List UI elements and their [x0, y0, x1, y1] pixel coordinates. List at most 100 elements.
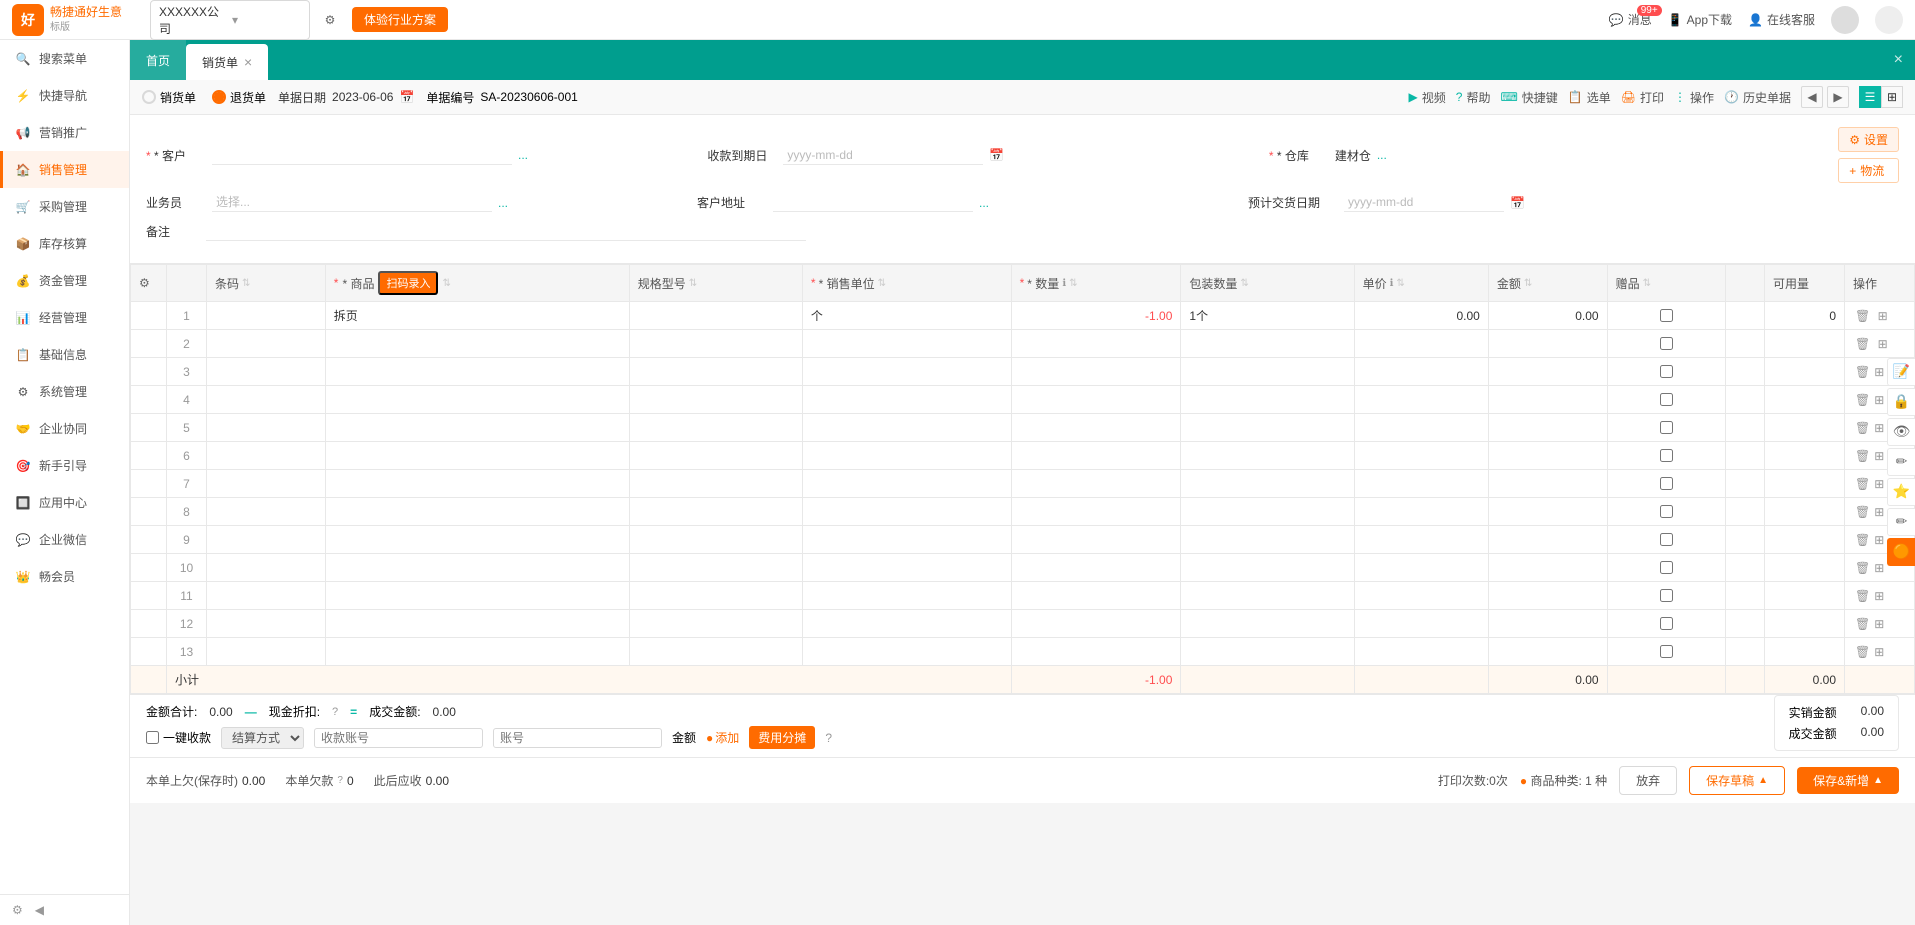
gift-checkbox-5[interactable]: [1660, 421, 1673, 434]
row-amount-1[interactable]: 0.00: [1488, 302, 1607, 330]
flow-action-btn[interactable]: + 物流: [1838, 158, 1899, 183]
sidebar-item-app-center[interactable]: 🔲 应用中心: [0, 484, 129, 521]
gift-checkbox-11[interactable]: [1660, 589, 1673, 602]
radio-return[interactable]: 退货单: [212, 89, 266, 106]
account-input[interactable]: [314, 728, 483, 748]
scan-button[interactable]: 扫码录入: [378, 271, 438, 295]
prev-btn[interactable]: ◀: [1801, 86, 1823, 108]
sidebar-item-marketing[interactable]: 📢 营销推广: [0, 114, 129, 151]
right-float-lock-btn[interactable]: 🔒: [1887, 388, 1915, 416]
company-selector[interactable]: XXXXXX公司 ▾: [150, 0, 310, 40]
row-pkg-1[interactable]: 1个: [1181, 302, 1354, 330]
row-qty-2[interactable]: [1011, 330, 1181, 358]
video-btn[interactable]: ▶ 视频: [1409, 89, 1446, 106]
due-date-calendar-icon[interactable]: 📅: [989, 148, 1004, 162]
warehouse-dots-button[interactable]: ...: [1377, 148, 1387, 162]
notes-input[interactable]: [206, 222, 806, 241]
sidebar-item-finance[interactable]: 💰 资金管理: [0, 262, 129, 299]
sidebar-item-member[interactable]: 👑 畅会员: [0, 558, 129, 595]
delete-row-btn-9[interactable]: 🗑: [1855, 533, 1870, 547]
close-all-tabs-button[interactable]: ×: [1894, 51, 1903, 69]
th-settings[interactable]: ⚙: [131, 265, 167, 302]
copy-row-btn-2[interactable]: ⊞: [1878, 337, 1888, 351]
delete-row-btn-2[interactable]: 🗑: [1855, 337, 1870, 351]
sidebar-item-inventory[interactable]: 📦 库存核算: [0, 225, 129, 262]
sidebar-settings-button[interactable]: ⚙: [12, 903, 23, 917]
message-button[interactable]: 💬 消息 99+: [1609, 11, 1652, 28]
app-download-button[interactable]: 📱 App下载: [1668, 11, 1732, 28]
copy-row-btn-5[interactable]: ⊞: [1874, 421, 1884, 435]
sidebar-item-sales[interactable]: 🏠 销售管理: [0, 151, 129, 188]
sidebar-item-wechat[interactable]: 💬 企业微信: [0, 521, 129, 558]
next-btn[interactable]: ▶: [1827, 86, 1849, 108]
payment-checkbox[interactable]: 一键收款: [146, 729, 211, 746]
add-payment-btn[interactable]: ● 添加: [706, 729, 739, 746]
expense-btn[interactable]: 费用分摊: [749, 726, 815, 749]
operations-btn[interactable]: ⋮ 操作: [1674, 89, 1714, 106]
user-avatar-2[interactable]: [1875, 6, 1903, 34]
save-new-button[interactable]: 保存&新增 ▲: [1797, 767, 1899, 794]
row-product-1[interactable]: 拆页: [325, 302, 629, 330]
right-float-edit-btn[interactable]: ✏: [1887, 448, 1915, 476]
row-barcode-2[interactable]: [207, 330, 326, 358]
sidebar-item-basic[interactable]: 📋 基础信息: [0, 336, 129, 373]
right-float-pen-btn[interactable]: ✏: [1887, 508, 1915, 536]
row-price-1[interactable]: 0.00: [1354, 302, 1488, 330]
copy-row-btn-9[interactable]: ⊞: [1874, 533, 1884, 547]
gift-checkbox-4[interactable]: [1660, 393, 1673, 406]
copy-row-btn-6[interactable]: ⊞: [1874, 449, 1884, 463]
delete-row-btn-6[interactable]: 🗑: [1855, 449, 1870, 463]
online-service-button[interactable]: 👤 在线客服: [1748, 11, 1815, 28]
row-unit-1[interactable]: 个: [802, 302, 1011, 330]
sidebar-item-operations[interactable]: 📊 经营管理: [0, 299, 129, 336]
doc-num-value[interactable]: SA-20230606-001: [480, 90, 577, 104]
delete-row-btn-7[interactable]: 🗑: [1855, 477, 1870, 491]
delete-row-btn-4[interactable]: 🗑: [1855, 393, 1870, 407]
right-float-view-btn[interactable]: 👁: [1887, 418, 1915, 446]
calendar-icon[interactable]: 📅: [399, 90, 414, 104]
sidebar-item-search[interactable]: 🔍 搜索菜单: [0, 40, 129, 77]
right-float-note-btn[interactable]: 📝: [1887, 358, 1915, 386]
sidebar-item-system[interactable]: ⚙ 系统管理: [0, 373, 129, 410]
credit-info-icon[interactable]: ?: [337, 775, 343, 786]
copy-row-btn-7[interactable]: ⊞: [1874, 477, 1884, 491]
sidebar-collapse-button[interactable]: ◀: [35, 903, 44, 917]
copy-row-btn-8[interactable]: ⊞: [1874, 505, 1884, 519]
row-spec-1[interactable]: [629, 302, 802, 330]
gift-checkbox-6[interactable]: [1660, 449, 1673, 462]
gift-checkbox-7[interactable]: [1660, 477, 1673, 490]
customer-dots-button[interactable]: ...: [518, 148, 528, 162]
save-draft-button[interactable]: 保存草稿 ▲: [1689, 766, 1785, 795]
table-wrapper[interactable]: ⚙ 条码 ⇅: [130, 264, 1915, 694]
list-view-btn[interactable]: ☰: [1859, 86, 1881, 108]
tab-close-icon[interactable]: ×: [244, 54, 252, 70]
salesperson-input[interactable]: [212, 193, 492, 212]
delete-row-btn-10[interactable]: 🗑: [1855, 561, 1870, 575]
sidebar-item-guide[interactable]: 🎯 新手引导: [0, 447, 129, 484]
trial-button[interactable]: 体验行业方案: [352, 7, 448, 32]
product-type-radio[interactable]: ●: [1520, 774, 1527, 788]
expected-date-input[interactable]: [1344, 193, 1504, 212]
settings-action-btn[interactable]: ⚙ 设置: [1838, 127, 1899, 152]
row-pkg-2[interactable]: [1181, 330, 1354, 358]
row-product-2[interactable]: [325, 330, 629, 358]
gift-checkbox-9[interactable]: [1660, 533, 1673, 546]
copy-row-btn-1[interactable]: ⊞: [1878, 309, 1888, 323]
tab-home[interactable]: 首页: [130, 40, 186, 80]
delete-row-btn-12[interactable]: 🗑: [1855, 617, 1870, 631]
delete-row-btn-1[interactable]: 🗑: [1855, 309, 1870, 323]
row-barcode-1[interactable]: [207, 302, 326, 330]
expense-help-icon[interactable]: ?: [825, 731, 832, 745]
delete-row-btn-8[interactable]: 🗑: [1855, 505, 1870, 519]
customer-address-input[interactable]: [773, 193, 973, 212]
grid-view-btn[interactable]: ⊞: [1881, 86, 1903, 108]
row-price-2[interactable]: [1354, 330, 1488, 358]
copy-row-btn-3[interactable]: ⊞: [1874, 365, 1884, 379]
sidebar-item-enterprise[interactable]: 🤝 企业协同: [0, 410, 129, 447]
copy-row-btn-4[interactable]: ⊞: [1874, 393, 1884, 407]
row-gift-2[interactable]: [1607, 330, 1726, 358]
copy-row-btn-11[interactable]: ⊞: [1874, 589, 1884, 603]
gift-checkbox-1[interactable]: [1660, 309, 1673, 322]
copy-row-btn-10[interactable]: ⊞: [1874, 561, 1884, 575]
select-btn[interactable]: 📋 选单: [1568, 89, 1611, 106]
